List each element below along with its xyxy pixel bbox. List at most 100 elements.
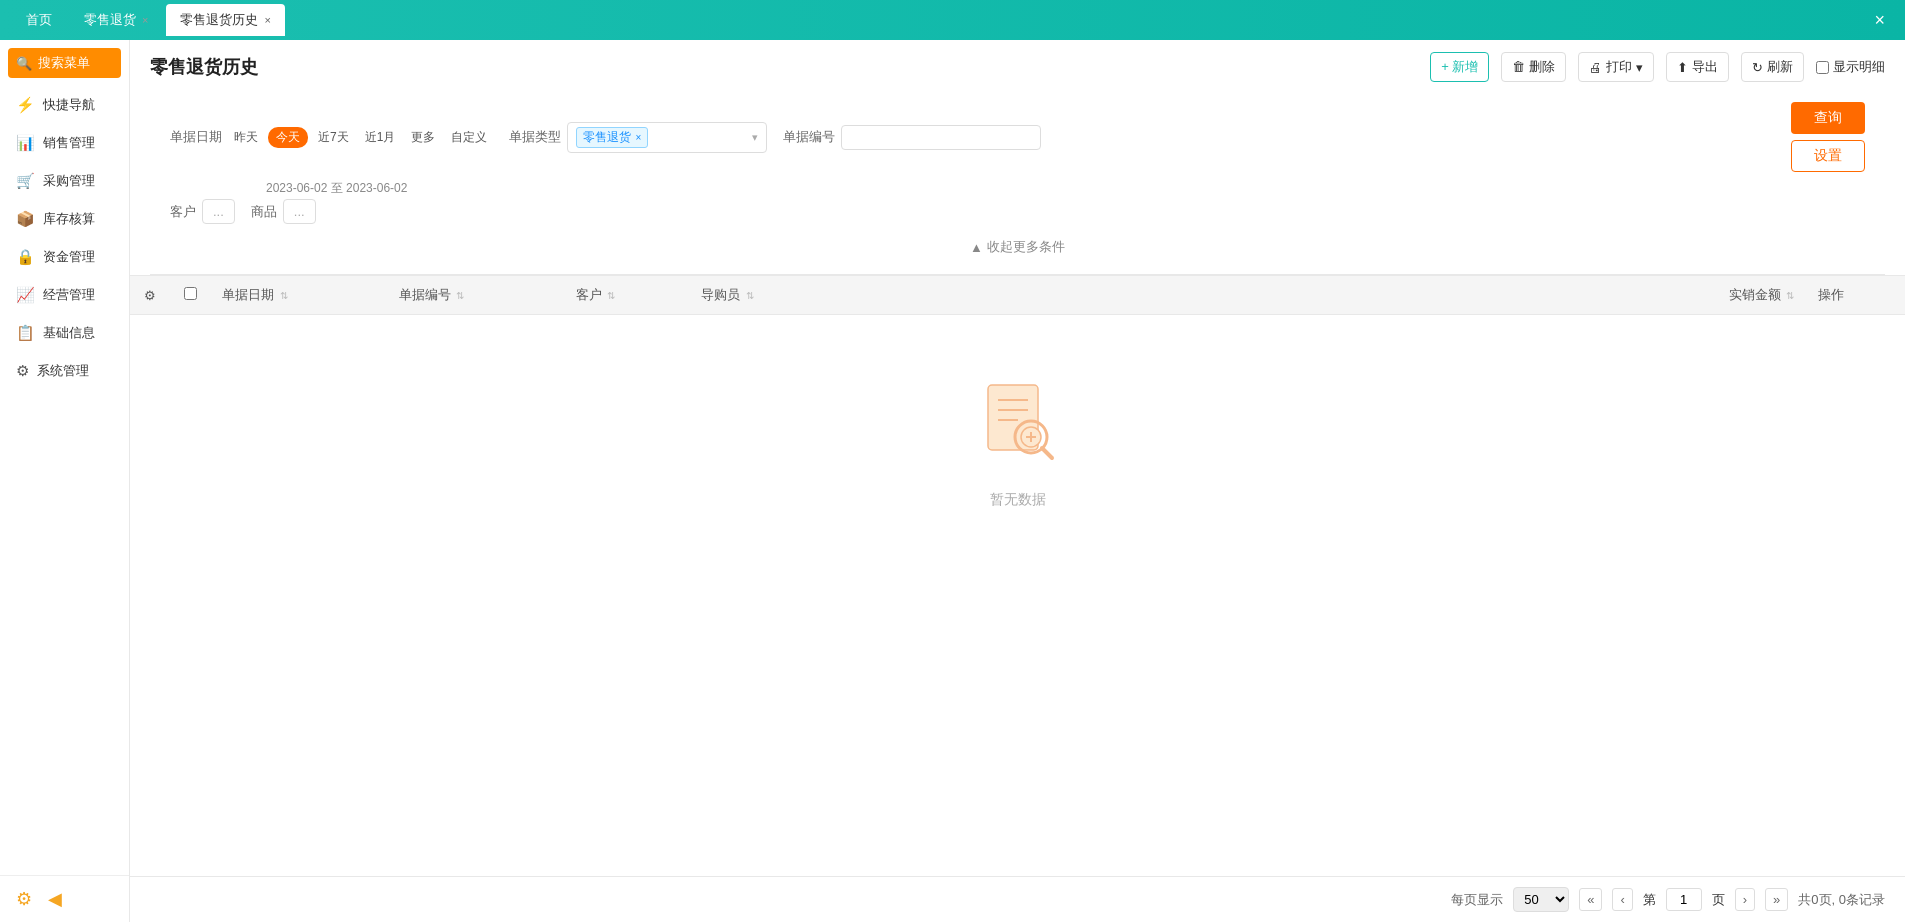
filter-row-2: 客户 ... 商品 ... xyxy=(170,199,1865,224)
empty-text: 暂无数据 xyxy=(990,491,1046,509)
filter-area: 单据日期 昨天 今天 近7天 近1月 更多 自定义 单据类型 xyxy=(150,92,1885,275)
show-detail-toggle[interactable]: 显示明细 xyxy=(1816,58,1885,76)
th-number[interactable]: 单据编号 ⇅ xyxy=(387,276,564,315)
add-button[interactable]: + 新增 xyxy=(1430,52,1489,82)
customer-filter-group: 客户 ... xyxy=(170,199,235,224)
purchase-icon: 🛒 xyxy=(16,172,35,190)
sidebar: 🔍 搜索菜单 ⚡ 快捷导航 📊 销售管理 🛒 采购管理 📦 库存核算 🔒 资金管… xyxy=(0,40,130,922)
table-header: ⚙ 单据日期 ⇅ 单据编号 ⇅ 客户 xyxy=(130,276,1905,315)
export-icon: ⬆ xyxy=(1677,60,1688,75)
bill-number-input[interactable] xyxy=(841,125,1041,150)
date-shortcuts: 昨天 今天 近7天 近1月 更多 自定义 xyxy=(228,127,493,148)
date-today-btn[interactable]: 今天 xyxy=(268,127,308,148)
th-customer[interactable]: 客户 ⇅ xyxy=(564,276,690,315)
sidebar-item-base-info[interactable]: 📋 基础信息 xyxy=(0,314,129,352)
close-retail-return-tab[interactable]: × xyxy=(142,14,148,26)
date-custom-btn[interactable]: 自定义 xyxy=(445,127,493,148)
th-guide[interactable]: 导购员 ⇅ xyxy=(689,276,840,315)
inventory-icon: 📦 xyxy=(16,210,35,228)
per-page-label: 每页显示 xyxy=(1451,891,1503,909)
date-yesterday-btn[interactable]: 昨天 xyxy=(228,127,264,148)
data-table: ⚙ 单据日期 ⇅ 单据编号 ⇅ 客户 xyxy=(130,276,1905,315)
amount-sort-icon: ⇅ xyxy=(1786,290,1794,301)
show-detail-checkbox[interactable] xyxy=(1816,61,1829,74)
bill-type-tag-close[interactable]: × xyxy=(635,132,641,143)
print-arrow-icon: ▾ xyxy=(1636,60,1643,75)
sidebar-item-purchase[interactable]: 🛒 采购管理 xyxy=(0,162,129,200)
sidebar-item-inventory[interactable]: 📦 库存核算 xyxy=(0,200,129,238)
sidebar-item-quick-nav[interactable]: ⚡ 快捷导航 xyxy=(0,86,129,124)
th-spacer xyxy=(840,276,1629,315)
collapse-filter-btn[interactable]: ▲ 收起更多条件 xyxy=(970,234,1065,260)
page-header: 零售退货历史 + 新增 🗑 删除 🖨 打印 ▾ ⬆ 导出 ↻ xyxy=(130,40,1905,276)
empty-state: 暂无数据 xyxy=(130,315,1905,569)
system-icon: ⚙ xyxy=(16,362,29,380)
window-close-button[interactable]: × xyxy=(1866,10,1893,31)
th-amount[interactable]: 实销金额 ⇅ xyxy=(1629,276,1806,315)
bill-type-filter-group: 单据类型 零售退货 × ▾ xyxy=(509,122,767,153)
operations-icon: 📈 xyxy=(16,286,35,304)
date-filter-group: 单据日期 昨天 今天 近7天 近1月 更多 自定义 xyxy=(170,127,493,148)
collapse-row: ▲ 收起更多条件 xyxy=(170,232,1865,260)
next-page-btn[interactable]: › xyxy=(1735,888,1755,911)
guide-sort-icon: ⇅ xyxy=(746,290,754,301)
page-di-label: 第 xyxy=(1643,891,1656,909)
total-label: 共0页, 0条记录 xyxy=(1798,891,1885,909)
search-menu-button[interactable]: 🔍 搜索菜单 xyxy=(8,48,121,78)
bill-type-arrow-icon: ▾ xyxy=(752,131,758,144)
print-button[interactable]: 🖨 打印 ▾ xyxy=(1578,52,1654,82)
customer-select-btn[interactable]: ... xyxy=(202,199,235,224)
base-info-icon: 📋 xyxy=(16,324,35,342)
search-icon: 🔍 xyxy=(16,56,32,71)
collapse-sidebar-icon[interactable]: ◀ xyxy=(48,888,62,910)
date-1month-btn[interactable]: 近1月 xyxy=(359,127,402,148)
page-number-input[interactable] xyxy=(1666,888,1702,911)
pagination-bar: 每页显示 50 20 100 « ‹ 第 页 › » 共0页, 0条记录 xyxy=(130,876,1905,922)
finance-icon: 🔒 xyxy=(16,248,35,266)
filter-row-1: 单据日期 昨天 今天 近7天 近1月 更多 自定义 单据类型 xyxy=(170,102,1865,172)
sidebar-item-system[interactable]: ⚙ 系统管理 xyxy=(0,352,129,390)
goods-select-btn[interactable]: ... xyxy=(283,199,316,224)
page-unit-label: 页 xyxy=(1712,891,1725,909)
first-page-btn[interactable]: « xyxy=(1579,888,1602,911)
bill-number-filter-group: 单据编号 xyxy=(783,125,1041,150)
th-checkbox[interactable] xyxy=(170,276,210,315)
delete-button[interactable]: 🗑 删除 xyxy=(1501,52,1566,82)
export-button[interactable]: ⬆ 导出 xyxy=(1666,52,1729,82)
query-setting-group: 查询 设置 xyxy=(1791,102,1865,172)
sidebar-item-sales[interactable]: 📊 销售管理 xyxy=(0,124,129,162)
toolbar: + 新增 🗑 删除 🖨 打印 ▾ ⬆ 导出 ↻ 刷新 xyxy=(1430,52,1885,82)
page-title: 零售退货历史 xyxy=(150,55,258,79)
print-icon: 🖨 xyxy=(1589,60,1602,75)
svg-line-6 xyxy=(1042,448,1052,458)
customer-sort-icon: ⇅ xyxy=(607,290,615,301)
setting-button[interactable]: 设置 xyxy=(1791,140,1865,172)
date-7days-btn[interactable]: 近7天 xyxy=(312,127,355,148)
tab-retail-return[interactable]: 零售退货 × xyxy=(70,4,162,36)
query-button[interactable]: 查询 xyxy=(1791,102,1865,134)
settings-bottom-icon[interactable]: ⚙ xyxy=(16,888,32,910)
tab-retail-return-history[interactable]: 零售退货历史 × xyxy=(166,4,284,36)
th-action: 操作 xyxy=(1806,276,1905,315)
number-sort-icon: ⇅ xyxy=(456,290,464,301)
per-page-select[interactable]: 50 20 100 xyxy=(1513,887,1569,912)
date-sort-icon: ⇅ xyxy=(280,290,288,301)
th-settings[interactable]: ⚙ xyxy=(130,276,170,315)
sidebar-item-finance[interactable]: 🔒 资金管理 xyxy=(0,238,129,276)
select-all-checkbox[interactable] xyxy=(184,287,197,300)
last-page-btn[interactable]: » xyxy=(1765,888,1788,911)
page-title-row: 零售退货历史 + 新增 🗑 删除 🖨 打印 ▾ ⬆ 导出 ↻ xyxy=(150,52,1885,82)
refresh-icon: ↻ xyxy=(1752,60,1763,75)
date-more-btn[interactable]: 更多 xyxy=(405,127,441,148)
sidebar-item-operations[interactable]: 📈 经营管理 xyxy=(0,276,129,314)
tab-home[interactable]: 首页 xyxy=(12,4,66,36)
bill-type-tag: 零售退货 × xyxy=(576,127,648,148)
th-date[interactable]: 单据日期 ⇅ xyxy=(210,276,387,315)
refresh-button[interactable]: ↻ 刷新 xyxy=(1741,52,1804,82)
main-layout: 🔍 搜索菜单 ⚡ 快捷导航 📊 销售管理 🛒 采购管理 📦 库存核算 🔒 资金管… xyxy=(0,40,1905,922)
sidebar-bottom: ⚙ ◀ xyxy=(0,875,129,922)
bill-type-select[interactable]: 零售退货 × ▾ xyxy=(567,122,767,153)
content-area: 零售退货历史 + 新增 🗑 删除 🖨 打印 ▾ ⬆ 导出 ↻ xyxy=(130,40,1905,922)
close-retail-return-history-tab[interactable]: × xyxy=(264,14,270,26)
prev-page-btn[interactable]: ‹ xyxy=(1612,888,1632,911)
